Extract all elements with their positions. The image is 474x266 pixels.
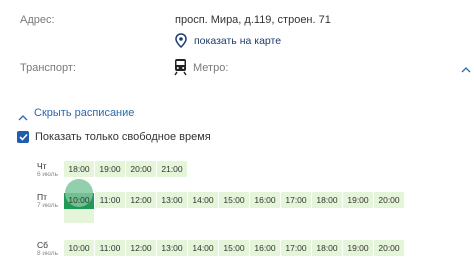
time-slot[interactable]: 15:00 <box>219 192 249 208</box>
day-date: 7 июль <box>37 202 58 209</box>
day-label: Чт 6 июль <box>37 162 58 179</box>
time-slot[interactable]: 14:00 <box>188 192 218 208</box>
time-slot[interactable]: 20:00 <box>374 240 404 256</box>
time-slot[interactable]: 12:00 <box>126 192 156 208</box>
time-slot[interactable]: 19:00 <box>343 240 373 256</box>
time-slot[interactable]: 19:00 <box>343 192 373 208</box>
time-slot[interactable]: 18:00 <box>64 161 94 177</box>
time-slot[interactable]: 19:00 <box>95 161 125 177</box>
time-slot[interactable]: 16:00 <box>250 240 280 256</box>
time-slot[interactable]: 18:00 <box>312 192 342 208</box>
time-slot[interactable]: 13:00 <box>157 192 187 208</box>
day-label: Пт 7 июль <box>37 193 58 210</box>
schedule-grid: Чт 6 июль 18:00 19:00 20:00 21:00 Пт 7 июль 10:0… <box>0 0 474 266</box>
day-date: 8 июль <box>37 250 58 257</box>
day-label: Сб 8 июль <box>37 241 58 258</box>
time-slot[interactable]: 10:00 <box>64 240 94 256</box>
time-slot[interactable]: 17:00 <box>281 192 311 208</box>
time-slot[interactable]: 12:00 <box>126 240 156 256</box>
day-date: 6 июль <box>37 171 58 178</box>
day-name: Пт <box>37 192 48 202</box>
time-slot[interactable]: 17:00 <box>281 240 311 256</box>
day-name: Чт <box>37 161 47 171</box>
time-slot[interactable]: 18:00 <box>312 240 342 256</box>
time-slot[interactable]: 21:00 <box>157 161 187 177</box>
time-slot[interactable]: 13:00 <box>157 240 187 256</box>
time-slot[interactable]: 11:00 <box>95 240 125 256</box>
time-slot[interactable]: 20:00 <box>126 161 156 177</box>
time-slot[interactable]: 16:00 <box>250 192 280 208</box>
time-slot[interactable]: 10:00 <box>64 192 94 208</box>
time-slot[interactable]: 15:00 <box>219 240 249 256</box>
time-slot[interactable]: 20:00 <box>374 192 404 208</box>
time-slot[interactable]: 14:00 <box>188 240 218 256</box>
time-slot[interactable]: 11:00 <box>95 192 125 208</box>
day-name: Сб <box>37 240 49 250</box>
